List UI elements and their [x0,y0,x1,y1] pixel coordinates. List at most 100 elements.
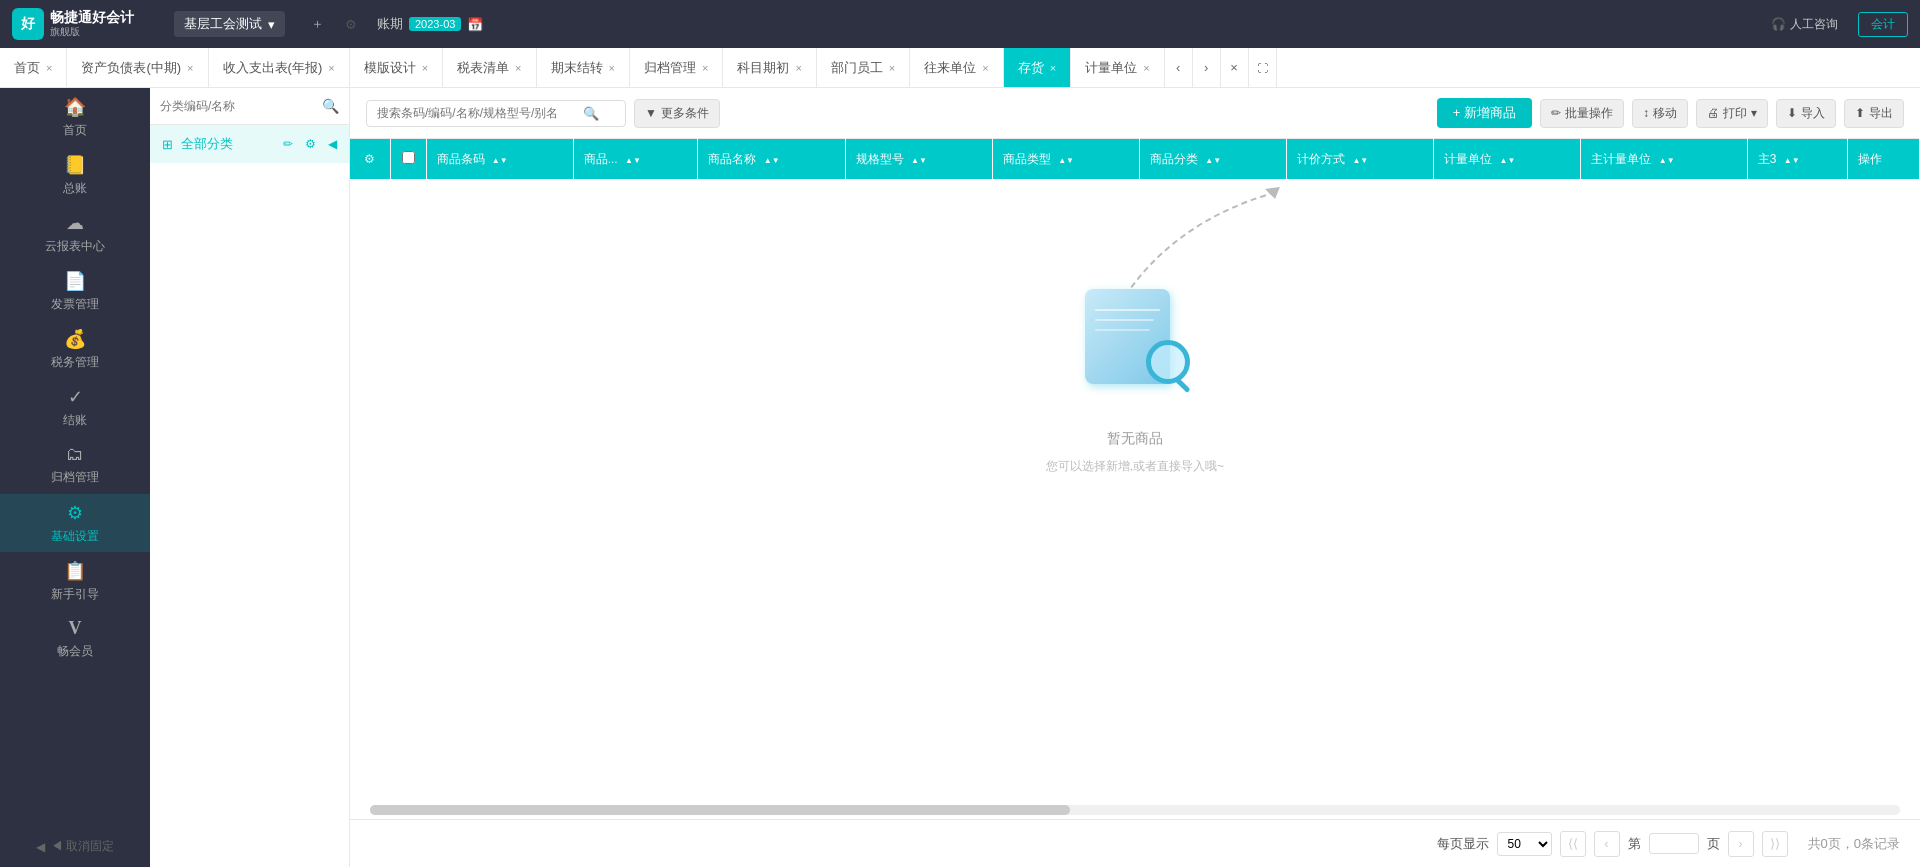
sidebar-item-home[interactable]: 🏠 首页 [0,88,150,146]
col-price-method: 计价方式 ▲▼ [1287,139,1434,179]
per-page-select[interactable]: 50 100 200 [1497,832,1552,856]
tab-partner[interactable]: 往来单位 × [910,48,1003,88]
tab-template-close[interactable]: × [422,62,428,74]
category-collapse-icon[interactable]: ◀ [328,137,337,151]
tab-nav-right[interactable]: › [1193,48,1221,88]
tab-tax[interactable]: 税表清单 × [443,48,536,88]
tab-tax-close[interactable]: × [515,62,521,74]
sort-type[interactable]: ▲▼ [1058,156,1074,165]
sidebar-pin-toggle[interactable]: ◀ ◀ 取消固定 [0,826,150,867]
search-box-icon[interactable]: 🔍 [583,106,599,121]
help-label: 人工咨询 [1790,16,1838,33]
calendar-icon[interactable]: 📅 [467,17,483,32]
sort-category[interactable]: ▲▼ [1205,156,1221,165]
per-page-label: 每页显示 [1437,835,1489,853]
tab-measure-unit[interactable]: 计量单位 × [1071,48,1164,88]
sort-name[interactable]: ▲▼ [764,156,780,165]
sort-code[interactable]: ▲▼ [625,156,641,165]
batch-operation-button[interactable]: ✏ 批量操作 [1540,99,1624,128]
category-edit-icon[interactable]: ✏ [283,137,293,151]
last-page-button[interactable]: ⟩⟩ [1762,831,1788,857]
col-check[interactable] [390,139,426,179]
prev-page-button[interactable]: ‹ [1594,831,1620,857]
tab-close-all[interactable]: × [1221,48,1249,88]
tab-balance-close[interactable]: × [187,62,193,74]
first-page-button[interactable]: ⟨⟨ [1560,831,1586,857]
print-button[interactable]: 🖨 打印 ▾ [1696,99,1768,128]
scrollbar-thumb[interactable] [370,805,1070,815]
app-logo-icon: 好 [12,8,44,40]
tab-income[interactable]: 收入支出表(年报) × [209,48,350,88]
product-search-input[interactable] [377,106,577,120]
sidebar-item-archive[interactable]: 🗂 归档管理 [0,436,150,494]
move-icon: ↕ [1643,106,1649,120]
tab-archive[interactable]: 归档管理 × [630,48,723,88]
sidebar-item-tax[interactable]: 💰 税务管理 [0,320,150,378]
tab-inventory[interactable]: 存货 × [1004,48,1071,88]
tab-partner-close[interactable]: × [982,62,988,74]
horizontal-scrollbar[interactable] [370,805,1900,815]
tab-inventory-close[interactable]: × [1050,62,1056,74]
print-icon: 🖨 [1707,106,1719,120]
tab-expand[interactable]: ⛶ [1249,48,1277,88]
tab-nav-left[interactable]: ‹ [1165,48,1193,88]
sort-price-method[interactable]: ▲▼ [1352,156,1368,165]
tab-home-close[interactable]: × [46,62,52,74]
tab-period-end-close[interactable]: × [609,62,615,74]
account-button[interactable]: 会计 [1858,12,1908,37]
tab-dept-emp-close[interactable]: × [889,62,895,74]
sidebar-item-member[interactable]: V 畅会员 [0,610,150,668]
tab-template[interactable]: 模版设计 × [350,48,443,88]
help-button[interactable]: 🎧 人工咨询 [1763,12,1846,37]
sort-spec[interactable]: ▲▼ [911,156,927,165]
category-all[interactable]: ⊞ 全部分类 ✏ ⚙ ◀ [150,125,349,163]
filter-icon: ▼ [645,106,657,120]
sort-extra[interactable]: ▲▼ [1784,156,1800,165]
category-search-icon[interactable]: 🔍 [322,98,339,114]
sidebar-item-guide[interactable]: 📋 新手引导 [0,552,150,610]
next-page-button[interactable]: › [1728,831,1754,857]
tab-subject-init[interactable]: 科目期初 × [723,48,816,88]
sidebar-item-settlement[interactable]: ✓ 结账 [0,378,150,436]
settlement-icon: ✓ [68,386,83,408]
category-settings-icon[interactable]: ⚙ [305,137,316,151]
tab-subject-init-close[interactable]: × [795,62,801,74]
tab-income-close[interactable]: × [328,62,334,74]
select-all-checkbox[interactable] [402,151,415,164]
new-tab-button[interactable]: ＋ [305,12,329,36]
sidebar-item-invoice[interactable]: 📄 发票管理 [0,262,150,320]
sidebar-item-ledger[interactable]: 📒 总账 [0,146,150,204]
col-settings[interactable]: ⚙ [350,139,390,179]
tab-period-end[interactable]: 期末结转 × [537,48,630,88]
tab-home[interactable]: 首页 × [0,48,67,88]
tab-balance[interactable]: 资产负债表(中期) × [67,48,208,88]
sort-main-unit[interactable]: ▲▼ [1659,156,1675,165]
tab-archive-close[interactable]: × [702,62,708,74]
settings-icon[interactable]: ⚙ [337,10,365,38]
inner-layout: 🔍 ⊞ 全部分类 ✏ ⚙ ◀ 🔍 [150,88,1920,867]
move-button[interactable]: ↕ 移动 [1632,99,1688,128]
product-table: ⚙ 商品条码 ▲▼ 商品... ▲▼ [350,139,1920,579]
import-button[interactable]: ⬇ 导入 [1776,99,1836,128]
sort-unit[interactable]: ▲▼ [1500,156,1516,165]
app-name-block: 畅捷通好会计 旗舰版 [50,9,134,40]
tab-period-end-label: 期末结转 [551,59,603,77]
sort-barcode[interactable]: ▲▼ [492,156,508,165]
svg-marker-0 [1265,187,1280,199]
sidebar-item-reports[interactable]: ☁ 云报表中心 [0,204,150,262]
company-selector[interactable]: 基层工会测试 ▾ [174,11,285,37]
page-number-input[interactable]: 1 [1649,833,1699,854]
app-edition: 旗舰版 [50,25,134,39]
tab-dept-emp[interactable]: 部门员工 × [817,48,910,88]
add-product-button[interactable]: + 新增商品 [1437,98,1532,128]
tab-template-label: 模版设计 [364,59,416,77]
category-search-input[interactable] [160,99,316,113]
sidebar-ledger-label: 总账 [63,180,87,197]
export-button[interactable]: ⬆ 导出 [1844,99,1904,128]
tab-measure-unit-close[interactable]: × [1143,62,1149,74]
filter-button[interactable]: ▼ 更多条件 [634,99,720,128]
sidebar-item-settings[interactable]: ⚙ 基础设置 [0,494,150,552]
pin-icon: ◀ [36,840,45,854]
batch-label: 批量操作 [1565,105,1613,122]
guide-icon: 📋 [64,560,86,582]
